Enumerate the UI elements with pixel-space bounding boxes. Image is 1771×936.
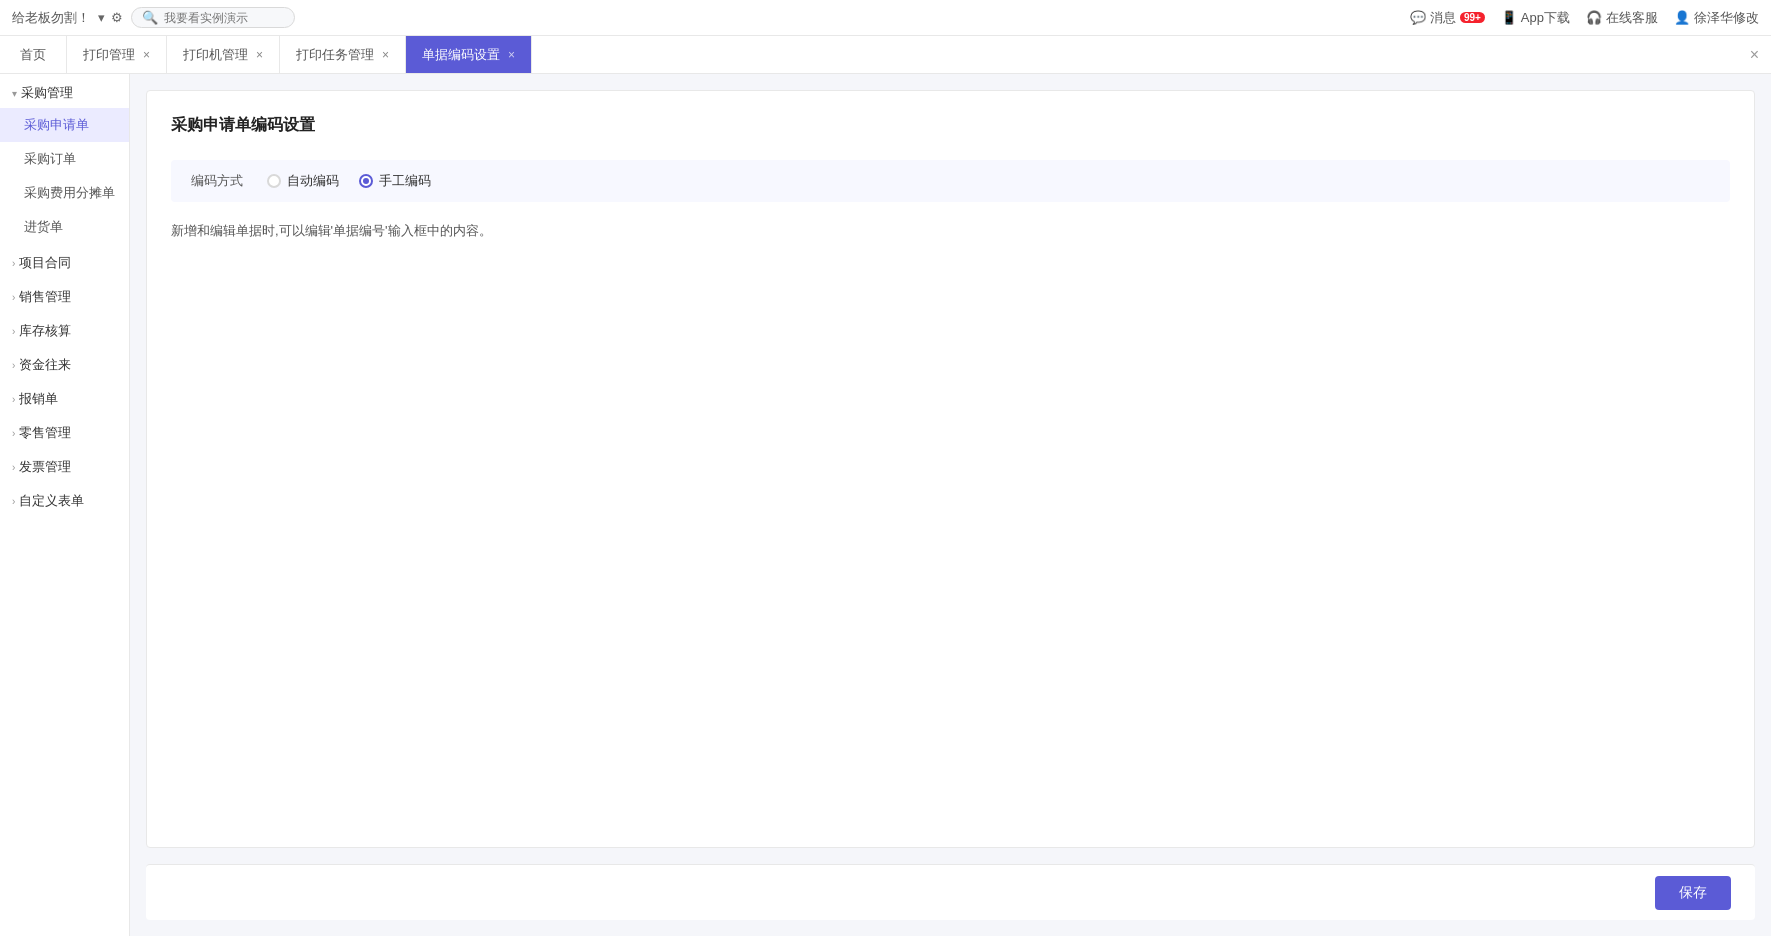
search-input[interactable]: [164, 11, 284, 25]
sales-group-label: 销售管理: [19, 288, 71, 306]
user-menu[interactable]: 👤 徐泽华修改: [1674, 9, 1759, 27]
auto-code-label: 自动编码: [287, 172, 339, 190]
sidebar-group-fund: 资金往来: [0, 346, 129, 380]
encode-method-label: 编码方式: [191, 172, 243, 190]
sidebar-group-returns-title[interactable]: 报销单: [0, 380, 129, 414]
top-bar-left: 给老板勿割！ ▾ ⚙ 🔍: [12, 7, 295, 28]
sidebar-group-purchase-title[interactable]: 采购管理: [0, 74, 129, 108]
sidebar-group-fund-title[interactable]: 资金往来: [0, 346, 129, 380]
settings-btn[interactable]: ⚙: [111, 10, 123, 25]
retail-group-label: 零售管理: [19, 424, 71, 442]
sidebar-item-purchase-request[interactable]: 采购申请单: [0, 108, 129, 142]
sidebar-group-custom-form-title[interactable]: 自定义表单: [0, 482, 129, 516]
invoice-chevron-icon: [12, 462, 15, 473]
inventory-chevron-icon: [12, 326, 15, 337]
purchase-group-label: 采购管理: [21, 84, 73, 102]
retail-chevron-icon: [12, 428, 15, 439]
online-service-label: 在线客服: [1606, 9, 1658, 27]
top-bar-right: 💬 消息 99+ 📱 App下载 🎧 在线客服 👤 徐泽华修改: [1410, 9, 1759, 27]
sidebar-group-invoice: 发票管理: [0, 448, 129, 482]
save-button[interactable]: 保存: [1655, 876, 1731, 910]
brand-text: 给老板勿割！: [12, 9, 90, 27]
sidebar: 采购管理 采购申请单 采购订单 采购费用分摊单 进货单 项目合同 销售管理 库存…: [0, 74, 130, 936]
dropdown-btn[interactable]: ▾: [98, 10, 105, 25]
sidebar-group-retail: 零售管理: [0, 414, 129, 448]
encode-method-section: 编码方式 自动编码 手工编码: [171, 160, 1730, 202]
avatar-icon: 👤: [1674, 10, 1690, 25]
message-icon: 💬: [1410, 10, 1426, 25]
tab-bar: 首页 打印管理 × 打印机管理 × 打印任务管理 × 单据编码设置 × ×: [0, 36, 1771, 74]
sidebar-group-inventory-title[interactable]: 库存核算: [0, 312, 129, 346]
search-bar: 🔍: [131, 7, 295, 28]
sidebar-group-sales: 销售管理: [0, 278, 129, 312]
auto-code-radio[interactable]: 自动编码: [267, 172, 339, 190]
message-label: 消息: [1430, 9, 1456, 27]
tab-printer-mgmt-close[interactable]: ×: [256, 48, 263, 62]
sales-chevron-icon: [12, 292, 15, 303]
tab-print-mgmt-label: 打印管理: [83, 46, 135, 64]
tab-barcode-setting[interactable]: 单据编码设置 ×: [406, 36, 532, 73]
fund-group-label: 资金往来: [19, 356, 71, 374]
search-icon: 🔍: [142, 10, 158, 25]
sidebar-group-returns: 报销单: [0, 380, 129, 414]
sidebar-group-inventory: 库存核算: [0, 312, 129, 346]
radio-group: 自动编码 手工编码: [267, 172, 431, 190]
tab-print-task-close[interactable]: ×: [382, 48, 389, 62]
invoice-group-label: 发票管理: [19, 458, 71, 476]
close-all-tabs-btn[interactable]: ×: [1738, 46, 1771, 64]
content-area: 采购申请单编码设置 编码方式 自动编码 手工编码 新增和编辑单据时,可以编辑'单…: [130, 74, 1771, 936]
sidebar-item-purchase-expense[interactable]: 采购费用分摊单: [0, 176, 129, 210]
auto-code-radio-circle: [267, 174, 281, 188]
purchase-chevron-icon: [12, 88, 17, 99]
main-layout: 采购管理 采购申请单 采购订单 采购费用分摊单 进货单 项目合同 销售管理 库存…: [0, 74, 1771, 936]
hint-text: 新增和编辑单据时,可以编辑'单据编号'输入框中的内容。: [171, 222, 1730, 240]
inventory-group-label: 库存核算: [19, 322, 71, 340]
tab-barcode-setting-label: 单据编码设置: [422, 46, 500, 64]
fund-chevron-icon: [12, 360, 15, 371]
custom-form-group-label: 自定义表单: [19, 492, 84, 510]
content-inner: 采购申请单编码设置 编码方式 自动编码 手工编码 新增和编辑单据时,可以编辑'单…: [146, 90, 1755, 848]
returns-chevron-icon: [12, 394, 15, 405]
sidebar-group-project-contract-title[interactable]: 项目合同: [0, 244, 129, 278]
project-contract-chevron-icon: [12, 258, 15, 269]
page-title: 采购申请单编码设置: [171, 115, 1730, 136]
sidebar-group-invoice-title[interactable]: 发票管理: [0, 448, 129, 482]
tab-print-task[interactable]: 打印任务管理 ×: [280, 36, 406, 73]
message-badge: 99+: [1460, 12, 1485, 23]
tab-barcode-setting-close[interactable]: ×: [508, 48, 515, 62]
custom-form-chevron-icon: [12, 496, 15, 507]
tab-home-label: 首页: [20, 46, 46, 64]
top-bar-icons: ▾ ⚙: [98, 10, 123, 25]
message-btn[interactable]: 💬 消息 99+: [1410, 9, 1485, 27]
user-label: 徐泽华修改: [1694, 9, 1759, 27]
returns-group-label: 报销单: [19, 390, 58, 408]
tab-print-mgmt-close[interactable]: ×: [143, 48, 150, 62]
manual-code-label: 手工编码: [379, 172, 431, 190]
sidebar-group-sales-title[interactable]: 销售管理: [0, 278, 129, 312]
headset-icon: 🎧: [1586, 10, 1602, 25]
app-download-label: App下载: [1521, 9, 1570, 27]
tab-print-task-label: 打印任务管理: [296, 46, 374, 64]
sidebar-group-purchase: 采购管理 采购申请单 采购订单 采购费用分摊单 进货单: [0, 74, 129, 244]
tab-printer-mgmt-label: 打印机管理: [183, 46, 248, 64]
sidebar-group-project-contract: 项目合同: [0, 244, 129, 278]
project-contract-group-label: 项目合同: [19, 254, 71, 272]
tab-printer-mgmt[interactable]: 打印机管理 ×: [167, 36, 280, 73]
app-icon: 📱: [1501, 10, 1517, 25]
sidebar-item-purchase-order[interactable]: 采购订单: [0, 142, 129, 176]
tab-print-mgmt[interactable]: 打印管理 ×: [67, 36, 167, 73]
manual-code-radio[interactable]: 手工编码: [359, 172, 431, 190]
top-bar: 给老板勿割！ ▾ ⚙ 🔍 💬 消息 99+ 📱 App下载 🎧 在线客服 👤 徐…: [0, 0, 1771, 36]
tab-home[interactable]: 首页: [0, 36, 67, 73]
manual-code-radio-circle: [359, 174, 373, 188]
sidebar-group-retail-title[interactable]: 零售管理: [0, 414, 129, 448]
sidebar-group-custom-form: 自定义表单: [0, 482, 129, 516]
content-footer: 保存: [146, 864, 1755, 920]
app-download-btn[interactable]: 📱 App下载: [1501, 9, 1570, 27]
online-service-btn[interactable]: 🎧 在线客服: [1586, 9, 1658, 27]
sidebar-item-goods-receipt[interactable]: 进货单: [0, 210, 129, 244]
